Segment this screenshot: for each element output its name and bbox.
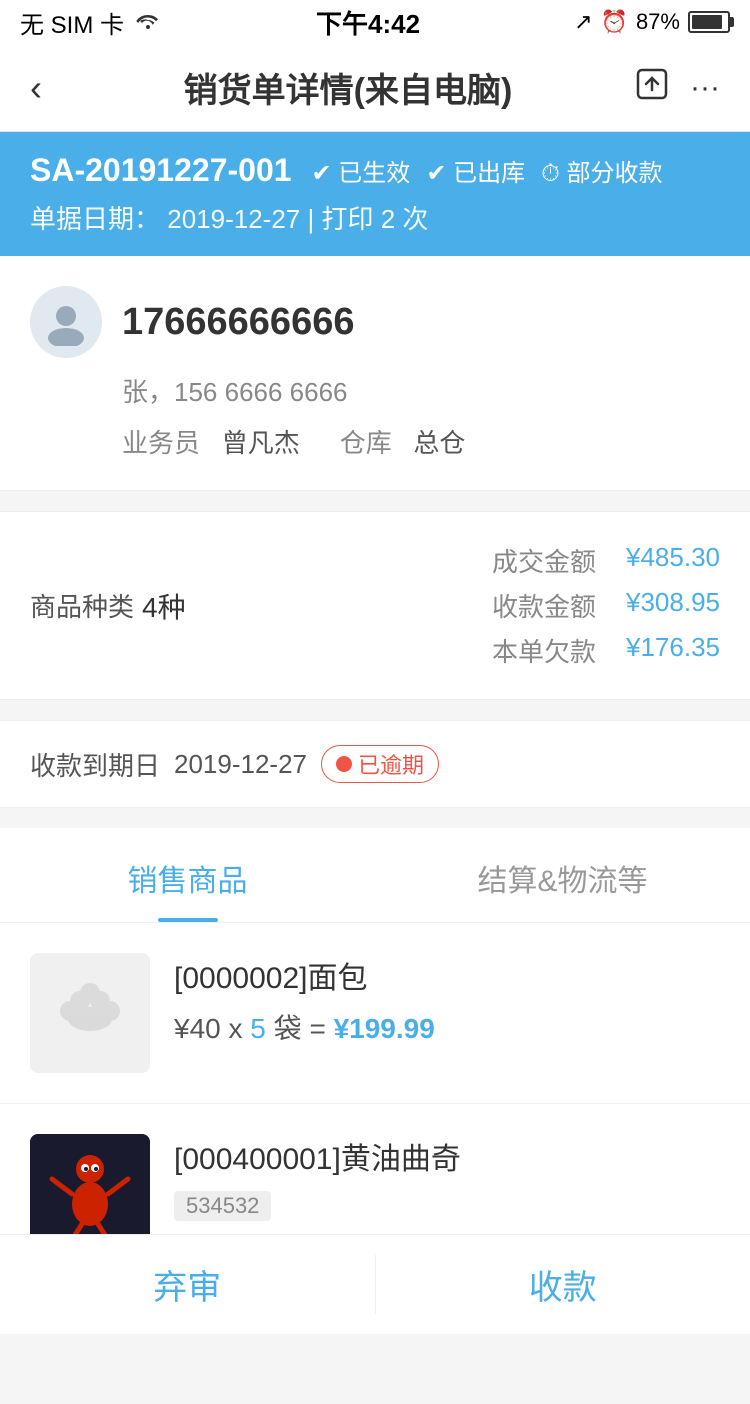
order-date-line: 单据日期： 2019-12-27 | 打印 2 次 [30, 199, 720, 236]
product-info: [0000002]面包 ¥40 x 5 袋 = ¥199.99 [174, 953, 720, 1047]
product-batch: 534532 [174, 1191, 271, 1221]
tabs-bar: 销售商品 结算&物流等 [0, 828, 750, 923]
product-name: [000400001]黄油曲奇 [174, 1134, 720, 1178]
customer-name-row: 17666666666 [30, 286, 720, 358]
tab-sales[interactable]: 销售商品 [0, 828, 375, 922]
order-banner: SA-20191227-001 ✔ 已生效 ✔ 已出库 ⏱ 部分收款 单据日期：… [0, 132, 750, 256]
status-left: 无 SIM 卡 [20, 5, 162, 40]
battery-icon [688, 11, 730, 33]
warehouse-name: 总仓 [413, 428, 465, 458]
customer-phone: 17666666666 [122, 301, 354, 344]
due-date-value: 2019-12-27 [174, 749, 307, 780]
product-total: ¥199.99 [334, 1013, 435, 1044]
product-thumbnail [30, 953, 150, 1073]
nav-actions: ··· [634, 66, 720, 110]
more-button[interactable]: ··· [690, 71, 720, 105]
location-icon: ↗ [574, 9, 592, 35]
status-partial-paid: ⏱ 部分收款 [541, 153, 662, 188]
status-shipped: ✔ 已出库 [426, 153, 525, 188]
status-time: 下午4:42 [316, 4, 420, 41]
product-name: [0000002]面包 [174, 953, 720, 997]
summary-right: 成交金额 ¥485.30 收款金额 ¥308.95 本单欠款 ¥176.35 [492, 542, 720, 669]
order-date: 2019-12-27 [167, 204, 300, 234]
print-unit: 次 [402, 204, 428, 234]
print-count: 2 [381, 204, 395, 234]
carrier-text: 无 SIM 卡 [20, 5, 124, 40]
amount-label: 成交金额 [492, 542, 596, 579]
share-button[interactable] [634, 66, 670, 110]
status-right: ↗ ⏰ 87% [574, 9, 730, 35]
avatar [30, 286, 102, 358]
amount-value: ¥485.30 [626, 542, 720, 579]
amount-row: 成交金额 ¥485.30 [492, 542, 720, 579]
bottom-bar: 弃审 收款 [0, 1234, 750, 1334]
overdue-badge: 已逾期 [321, 745, 439, 783]
due-date-label: 收款到期日 [30, 746, 160, 783]
list-item: [0000002]面包 ¥40 x 5 袋 = ¥199.99 [0, 923, 750, 1104]
product-qty: 5 [250, 1013, 266, 1044]
summary-left: 商品种类 4种 [30, 542, 186, 669]
kind-label: 商品种类 [30, 587, 134, 624]
back-button[interactable]: ‹ [30, 67, 62, 109]
kind-count: 4种 [142, 586, 186, 626]
product-unit: 袋 [274, 1013, 302, 1044]
alarm-icon: ⏰ [601, 9, 628, 35]
received-row: 收款金额 ¥308.95 [492, 587, 720, 624]
summary-section: 商品种类 4种 成交金额 ¥485.30 收款金额 ¥308.95 本单欠款 ¥… [0, 511, 750, 700]
battery-percentage: 87% [636, 9, 680, 35]
overdue-text: 已逾期 [358, 748, 424, 780]
order-id: SA-20191227-001 [30, 152, 292, 189]
warehouse-label: 仓库 [340, 428, 392, 458]
due-value: ¥176.35 [626, 632, 720, 669]
status-bar: 无 SIM 卡 下午4:42 ↗ ⏰ 87% [0, 0, 750, 44]
customer-contact: 张，156 6666 6666 [122, 372, 720, 409]
due-row: 本单欠款 ¥176.35 [492, 632, 720, 669]
due-label: 本单欠款 [492, 632, 596, 669]
received-value: ¥308.95 [626, 587, 720, 624]
sales-person: 曾凡杰 [222, 428, 300, 458]
wifi-icon [134, 8, 162, 36]
cancel-review-button[interactable]: 弃审 [0, 1235, 375, 1334]
overdue-dot-icon [336, 756, 352, 772]
tab-settlement[interactable]: 结算&物流等 [375, 828, 750, 922]
page-title: 销货单详情(来自电脑) [62, 63, 634, 112]
sales-label: 业务员 [122, 428, 200, 458]
product-price: ¥40 [174, 1013, 221, 1044]
customer-meta: 业务员 曾凡杰 仓库 总仓 [122, 423, 720, 460]
status-tags: ✔ 已生效 ✔ 已出库 ⏱ 部分收款 [312, 153, 663, 188]
status-effective: ✔ 已生效 [312, 153, 411, 188]
product-price-line: ¥40 x 5 袋 = ¥199.99 [174, 1007, 720, 1047]
date-label: 单据日期： [30, 204, 160, 234]
customer-section: 17666666666 张，156 6666 6666 业务员 曾凡杰 仓库 总… [0, 256, 750, 491]
due-date-section: 收款到期日 2019-12-27 已逾期 [0, 720, 750, 808]
collect-button[interactable]: 收款 [376, 1235, 750, 1334]
nav-bar: ‹ 销货单详情(来自电脑) ··· [0, 44, 750, 132]
received-label: 收款金额 [492, 587, 596, 624]
print-separator: | 打印 [307, 204, 373, 234]
